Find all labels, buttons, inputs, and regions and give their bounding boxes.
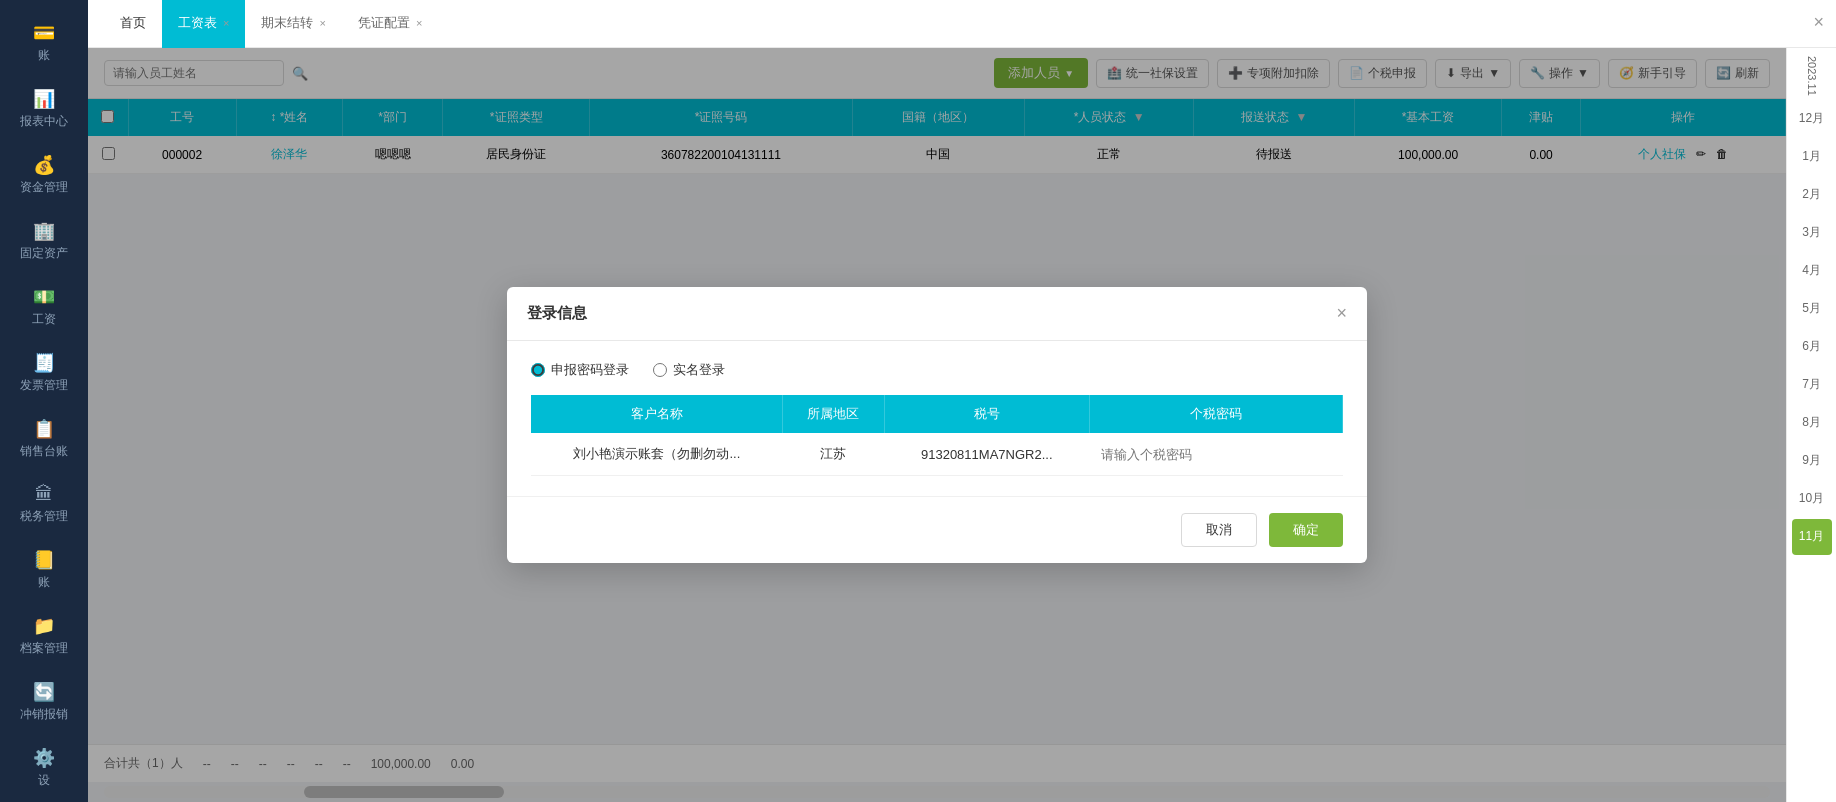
calendar-month-3[interactable]: 3月 xyxy=(1792,215,1832,251)
cancel-button[interactable]: 取消 xyxy=(1181,513,1257,547)
sidebar-label-tax: 税务管理 xyxy=(20,509,68,523)
dialog-body: 申报密码登录 实名登录 客户名称 xyxy=(507,341,1367,496)
radio-realname-label: 实名登录 xyxy=(673,361,725,379)
sidebar-label-invoice: 发票管理 xyxy=(20,378,68,392)
tab-home-label: 首页 xyxy=(120,14,146,32)
calendar-month-8[interactable]: 8月 xyxy=(1792,405,1832,441)
tab-period[interactable]: 期末结转 × xyxy=(245,0,341,48)
calendar-year: 2023.11 xyxy=(1806,52,1818,100)
calendar-panel: 2023.11 12月 1月 2月 3月 4月 5月 6月 7月 8月 9月 1… xyxy=(1786,48,1836,802)
dialog-table-header-taxno: 税号 xyxy=(884,395,1089,433)
confirm-button[interactable]: 确定 xyxy=(1269,513,1343,547)
content-area: 🔍 添加人员 ▼ 🏥 统一社保设置 ➕ 专项附加扣除 xyxy=(88,48,1836,802)
sidebar-label-salary: 工资 xyxy=(32,312,56,326)
calendar-month-1[interactable]: 1月 xyxy=(1792,139,1832,175)
client-password-cell[interactable] xyxy=(1089,433,1342,476)
tab-salary-close[interactable]: × xyxy=(223,17,229,29)
sidebar-item-account[interactable]: 💳 账 xyxy=(0,10,88,76)
archive-icon: 📁 xyxy=(4,615,84,637)
sales-icon: 📋 xyxy=(4,418,84,440)
sidebar-item-funds[interactable]: 💰 资金管理 xyxy=(0,142,88,208)
sidebar-item-reports[interactable]: 📊 报表中心 xyxy=(0,76,88,142)
tab-period-label: 期末结转 xyxy=(261,14,313,32)
dialog-table-header-password: 个税密码 xyxy=(1089,395,1342,433)
sidebar-label-reports: 报表中心 xyxy=(20,114,68,128)
tab-salary[interactable]: 工资表 × xyxy=(162,0,245,48)
sidebar-item-assets[interactable]: 🏢 固定资产 xyxy=(0,208,88,274)
sidebar-label-sales: 销售台账 xyxy=(20,444,68,458)
dialog-header: 登录信息 × xyxy=(507,287,1367,341)
tab-bar: 首页 工资表 × 期末结转 × 凭证配置 × × xyxy=(88,0,1836,48)
sidebar-item-settings[interactable]: ⚙️ 设 xyxy=(0,735,88,801)
login-type-radio-group: 申报密码登录 实名登录 xyxy=(531,361,1343,379)
radio-password-login[interactable]: 申报密码登录 xyxy=(531,361,629,379)
calendar-month-6[interactable]: 6月 xyxy=(1792,329,1832,365)
sidebar-item-invoice[interactable]: 🧾 发票管理 xyxy=(0,340,88,406)
reports-icon: 📊 xyxy=(4,88,84,110)
radio-password-input[interactable] xyxy=(531,363,545,377)
client-name-cell: 刘小艳演示账套（勿删勿动... xyxy=(531,433,783,476)
ledger-icon: 📒 xyxy=(4,549,84,571)
dialog-table-row: 刘小艳演示账套（勿删勿动... 江苏 91320811MA7NGR2... xyxy=(531,433,1343,476)
calendar-month-9[interactable]: 9月 xyxy=(1792,443,1832,479)
sidebar-item-reimbursement[interactable]: 🔄 冲销报销 xyxy=(0,669,88,735)
calendar-month-12[interactable]: 12月 xyxy=(1792,101,1832,137)
tab-salary-label: 工资表 xyxy=(178,14,217,32)
invoice-icon: 🧾 xyxy=(4,352,84,374)
dialog-overlay: 登录信息 × 申报密码登录 实名登录 xyxy=(88,48,1786,802)
client-table: 客户名称 所属地区 税号 个税密码 刘小艳演示账套（勿删勿动... xyxy=(531,395,1343,476)
calendar-month-7[interactable]: 7月 xyxy=(1792,367,1832,403)
sidebar-item-archive[interactable]: 📁 档案管理 xyxy=(0,603,88,669)
calendar-month-10[interactable]: 10月 xyxy=(1792,481,1832,517)
sidebar-label-settings: 设 xyxy=(38,773,50,787)
tab-home[interactable]: 首页 xyxy=(104,0,162,48)
sidebar-label-assets: 固定资产 xyxy=(20,246,68,260)
dialog-close-button[interactable]: × xyxy=(1336,303,1347,324)
main-content: 🔍 添加人员 ▼ 🏥 统一社保设置 ➕ 专项附加扣除 xyxy=(88,48,1786,802)
client-taxno-cell: 91320811MA7NGR2... xyxy=(884,433,1089,476)
sidebar-label-archive: 档案管理 xyxy=(20,641,68,655)
calendar-month-2[interactable]: 2月 xyxy=(1792,177,1832,213)
client-region-cell: 江苏 xyxy=(783,433,885,476)
calendar-month-5[interactable]: 5月 xyxy=(1792,291,1832,327)
sidebar-label-ledger: 账 xyxy=(38,575,50,589)
sidebar-item-ledger[interactable]: 📒 账 xyxy=(0,537,88,603)
sidebar: 💳 账 📊 报表中心 💰 资金管理 🏢 固定资产 💵 工资 🧾 发票管理 📋 销… xyxy=(0,0,88,802)
sidebar-item-tax[interactable]: 🏛 税务管理 xyxy=(0,472,88,537)
radio-realname-login[interactable]: 实名登录 xyxy=(653,361,725,379)
account-icon: 💳 xyxy=(4,22,84,44)
main-area: 首页 工资表 × 期末结转 × 凭证配置 × × 🔍 xyxy=(88,0,1836,802)
sidebar-item-salary[interactable]: 💵 工资 xyxy=(0,274,88,340)
calendar-month-4[interactable]: 4月 xyxy=(1792,253,1832,289)
dialog-footer: 取消 确定 xyxy=(507,496,1367,563)
dialog-table-header-name: 客户名称 xyxy=(531,395,783,433)
sidebar-label-account: 账 xyxy=(38,48,50,62)
tab-voucher[interactable]: 凭证配置 × xyxy=(342,0,438,48)
radio-password-label: 申报密码登录 xyxy=(551,361,629,379)
individual-tax-password-input[interactable] xyxy=(1101,447,1330,462)
calendar-month-11[interactable]: 11月 xyxy=(1792,519,1832,555)
dialog-table-header-region: 所属地区 xyxy=(783,395,885,433)
salary-icon: 💵 xyxy=(4,286,84,308)
tab-period-close[interactable]: × xyxy=(319,17,325,29)
sidebar-label-reimbursement: 冲销报销 xyxy=(20,707,68,721)
login-info-dialog: 登录信息 × 申报密码登录 实名登录 xyxy=(507,287,1367,563)
radio-realname-input[interactable] xyxy=(653,363,667,377)
settings-icon: ⚙️ xyxy=(4,747,84,769)
dialog-title: 登录信息 xyxy=(527,304,587,323)
tax-icon: 🏛 xyxy=(4,484,84,505)
assets-icon: 🏢 xyxy=(4,220,84,242)
tab-voucher-label: 凭证配置 xyxy=(358,14,410,32)
tab-voucher-close[interactable]: × xyxy=(416,17,422,29)
sidebar-label-funds: 资金管理 xyxy=(20,180,68,194)
sidebar-item-sales[interactable]: 📋 销售台账 xyxy=(0,406,88,472)
reimbursement-icon: 🔄 xyxy=(4,681,84,703)
funds-icon: 💰 xyxy=(4,154,84,176)
main-close-button[interactable]: × xyxy=(1813,12,1824,33)
